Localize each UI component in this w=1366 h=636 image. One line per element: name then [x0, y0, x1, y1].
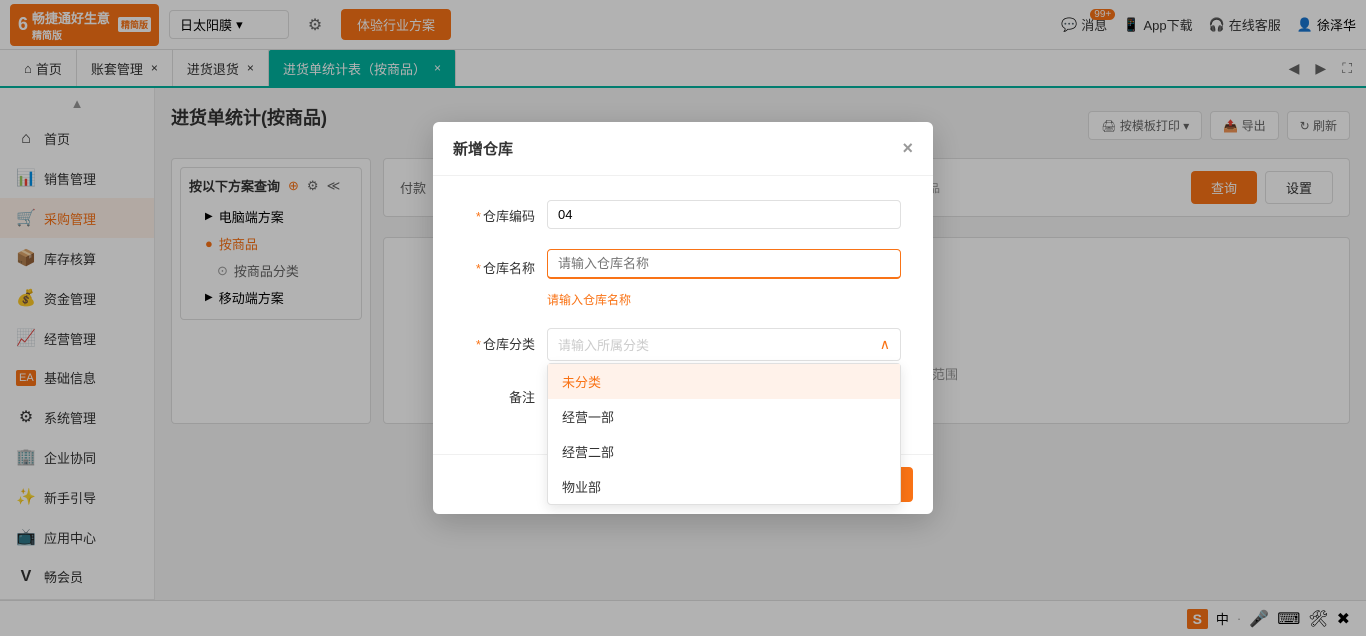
category-wrapper: 请输入所属分类 ∧ 未分类 经营一部 经营二部 物业部	[547, 328, 901, 361]
form-row-name: 仓库名称 请输入仓库名称	[465, 249, 901, 308]
modal-overlay: 新增仓库 × 仓库编码 仓库名称 请输入仓库名称 仓库分类	[0, 0, 1366, 636]
category-placeholder: 请输入所属分类	[558, 335, 649, 354]
dropdown-item-0[interactable]: 未分类	[548, 364, 900, 399]
modal-title: 新增仓库	[453, 138, 513, 159]
category-dropdown-trigger[interactable]: 请输入所属分类 ∧	[547, 328, 901, 361]
modal-body: 仓库编码 仓库名称 请输入仓库名称 仓库分类 请输入所属分类	[433, 176, 933, 454]
code-input[interactable]	[547, 200, 901, 229]
name-label: 仓库名称	[465, 252, 535, 277]
modal-header: 新增仓库 ×	[433, 122, 933, 176]
code-label: 仓库编码	[465, 200, 535, 225]
modal-close-btn[interactable]: ×	[902, 138, 913, 159]
name-error-msg: 请输入仓库名称	[547, 293, 631, 307]
name-input[interactable]	[547, 249, 901, 279]
dropdown-item-3[interactable]: 物业部	[548, 469, 900, 504]
chevron-up-icon: ∧	[880, 336, 890, 353]
dropdown-item-2[interactable]: 经营二部	[548, 434, 900, 469]
category-label: 仓库分类	[465, 328, 535, 353]
note-label: 备注	[465, 381, 535, 406]
form-row-category: 仓库分类 请输入所属分类 ∧ 未分类 经营一部 经营二部 物业部	[465, 328, 901, 361]
dropdown-item-1[interactable]: 经营一部	[548, 399, 900, 434]
category-dropdown-menu: 未分类 经营一部 经营二部 物业部	[547, 363, 901, 505]
modal-new-warehouse: 新增仓库 × 仓库编码 仓库名称 请输入仓库名称 仓库分类	[433, 122, 933, 514]
form-row-code: 仓库编码	[465, 200, 901, 229]
